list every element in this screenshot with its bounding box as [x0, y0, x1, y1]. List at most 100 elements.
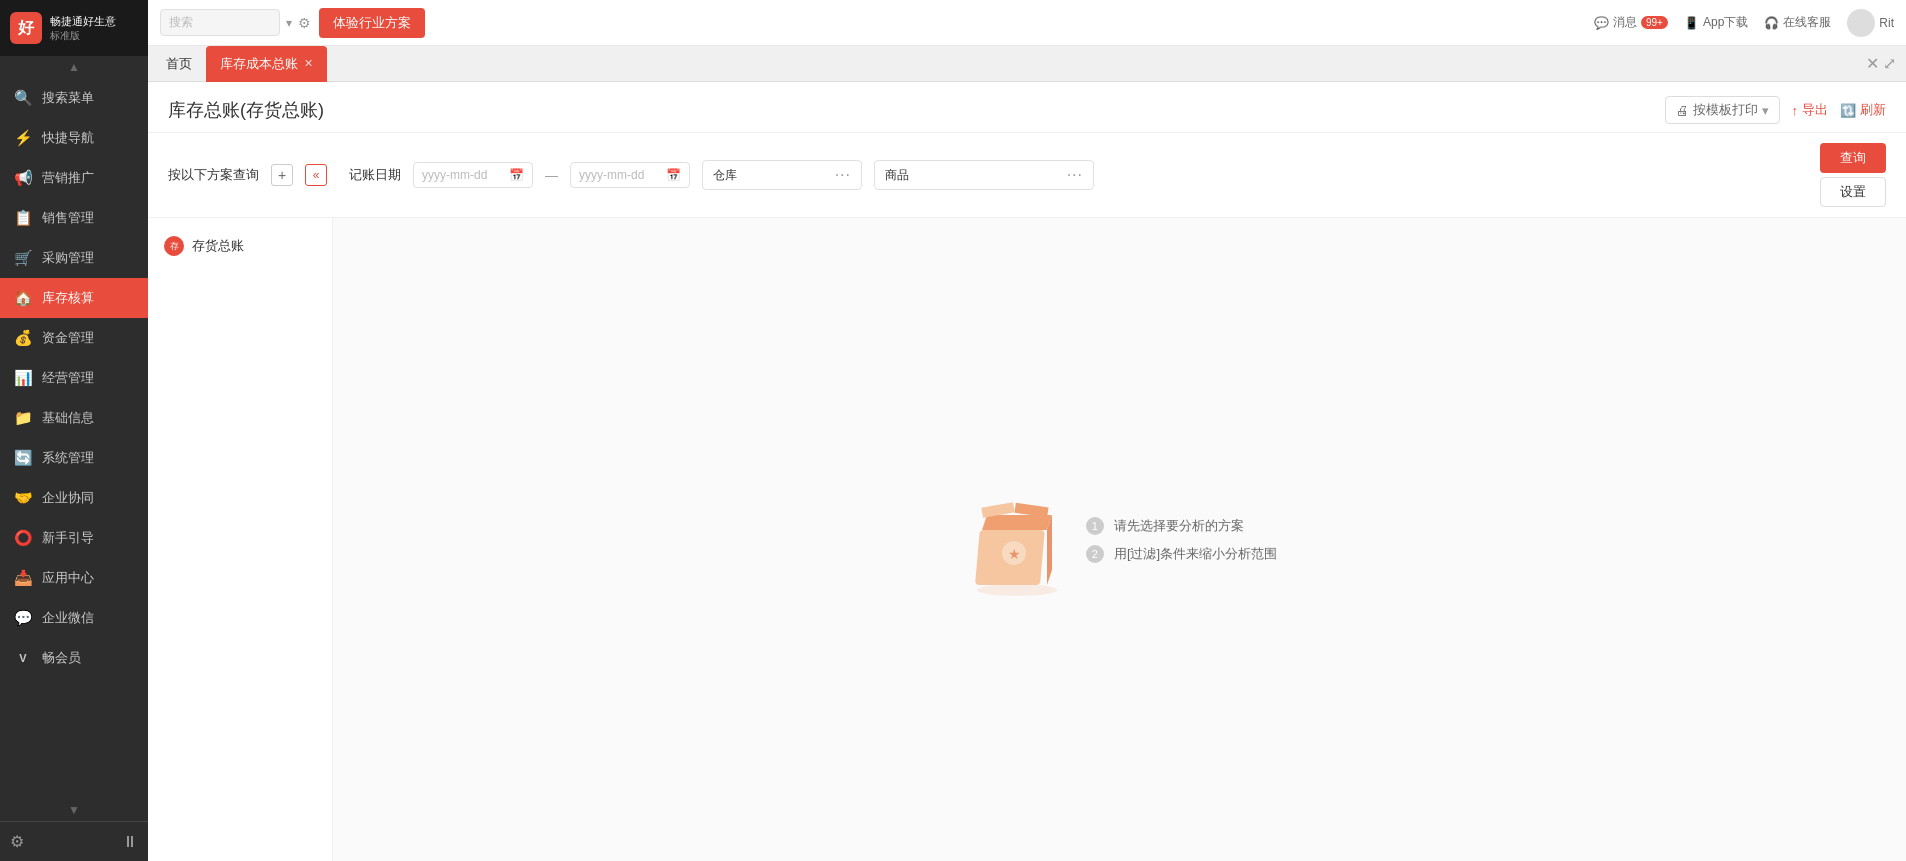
- consult-action[interactable]: 🎧 在线客服: [1764, 14, 1831, 31]
- search-icon: 🔍: [14, 89, 32, 107]
- empty-steps: 1 请先选择要分析的方案 2 用[过滤]条件来缩小分析范围: [1086, 517, 1277, 563]
- header-chevron-icon[interactable]: ▾: [286, 16, 292, 30]
- enterprise-icon: 🤝: [14, 489, 32, 507]
- filter-bar: 按以下方案查询 + « 记账日期 yyyy-mm-dd 📅 — yyyy-mm-…: [148, 133, 1906, 218]
- filter-label: 按以下方案查询: [168, 166, 259, 184]
- sidebar-item-operation[interactable]: 📊 经营管理: [0, 358, 148, 398]
- sidebar-item-enterprise[interactable]: 🤝 企业协同: [0, 478, 148, 518]
- print-chevron-icon: ▾: [1762, 103, 1769, 118]
- tab-bar: 首页 库存成本总账 ✕ ✕ ⤢: [148, 46, 1906, 82]
- empty-area: ★ 1 请先选择要分析的方案: [333, 218, 1906, 861]
- refresh-btn[interactable]: 🔃 刷新: [1840, 101, 1886, 119]
- app-download-action[interactable]: 📱 App下载: [1684, 14, 1748, 31]
- app-label: App下载: [1703, 14, 1748, 31]
- sidebar-item-guide[interactable]: ⭕ 新手引导: [0, 518, 148, 558]
- sidebar-item-wechat[interactable]: 💬 企业微信: [0, 598, 148, 638]
- calendar-start-icon[interactable]: 📅: [509, 168, 524, 182]
- page-content: 库存总账(存货总账) 🖨 按模板打印 ▾ ↑ 导出 🔃 刷新 按以下方案查询: [148, 82, 1906, 861]
- sidebar-item-label: 销售管理: [42, 209, 94, 227]
- apps-icon: 📥: [14, 569, 32, 587]
- logo-badge: 标准版: [50, 29, 116, 43]
- sidebar-item-label: 快捷导航: [42, 129, 94, 147]
- marketing-icon: 📢: [14, 169, 32, 187]
- date-end-input[interactable]: yyyy-mm-dd 📅: [570, 162, 690, 188]
- logo-text: 畅捷通好生意 标准版: [50, 14, 116, 43]
- step-text-1: 请先选择要分析的方案: [1114, 517, 1244, 535]
- sidebar-item-finance[interactable]: 💰 资金管理: [0, 318, 148, 358]
- sidebar-logo: 好 畅捷通好生意 标准版: [0, 0, 148, 56]
- empty-svg: ★: [962, 490, 1072, 600]
- warehouse-select[interactable]: 仓库 ···: [702, 160, 862, 190]
- goods-select[interactable]: 商品 ···: [874, 160, 1094, 190]
- tab-close-icon[interactable]: ✕: [304, 57, 313, 70]
- calendar-end-icon[interactable]: 📅: [666, 168, 681, 182]
- header-search-box[interactable]: 搜索: [160, 9, 280, 36]
- header-left: 搜索 ▾ ⚙ 体验行业方案: [160, 8, 425, 38]
- operation-icon: 📊: [14, 369, 32, 387]
- tab-home-label: 首页: [166, 55, 192, 73]
- panel-close-btn[interactable]: ✕: [1866, 54, 1879, 73]
- sidebar-item-inventory[interactable]: 🏠 库存核算: [0, 278, 148, 318]
- query-btn[interactable]: 查询: [1820, 143, 1886, 173]
- sidebar-item-apps[interactable]: 📥 应用中心: [0, 558, 148, 598]
- message-badge: 99+: [1641, 16, 1668, 29]
- user-profile[interactable]: Rit: [1847, 9, 1894, 37]
- filter-bar-buttons: 查询 设置: [1820, 143, 1886, 207]
- sales-icon: 📋: [14, 209, 32, 227]
- empty-content: ★ 1 请先选择要分析的方案: [962, 490, 1277, 590]
- filter-collapse-btn[interactable]: «: [305, 164, 327, 186]
- date-start-placeholder: yyyy-mm-dd: [422, 168, 487, 182]
- sidebar-item-search[interactable]: 🔍 搜索菜单: [0, 78, 148, 118]
- consult-label: 在线客服: [1783, 14, 1831, 31]
- content-area: 存 存货总账: [148, 218, 1906, 861]
- print-btn[interactable]: 🖨 按模板打印 ▾: [1665, 96, 1780, 124]
- scroll-up[interactable]: ▲: [0, 56, 148, 78]
- export-icon: ↑: [1792, 103, 1799, 118]
- sidebar-item-purchase[interactable]: 🛒 采购管理: [0, 238, 148, 278]
- sidebar-item-vip[interactable]: V 畅会员: [0, 638, 148, 678]
- goods-label: 商品: [885, 167, 909, 184]
- sidebar-item-sales[interactable]: 📋 销售管理: [0, 198, 148, 238]
- warehouse-more-icon[interactable]: ···: [835, 166, 851, 184]
- sidebar-item-shortcut[interactable]: ⚡ 快捷导航: [0, 118, 148, 158]
- system-icon: 🔄: [14, 449, 32, 467]
- filter-add-btn[interactable]: +: [271, 164, 293, 186]
- sidebar-item-label: 经营管理: [42, 369, 94, 387]
- tab-bar-right: ✕ ⤢: [1866, 54, 1906, 73]
- panel-expand-btn[interactable]: ⤢: [1883, 54, 1896, 73]
- step-text-2: 用[过滤]条件来缩小分析范围: [1114, 545, 1277, 563]
- sidebar-item-label: 企业协同: [42, 489, 94, 507]
- message-action[interactable]: 💬 消息 99+: [1594, 14, 1668, 31]
- sidebar-item-basic[interactable]: 📁 基础信息: [0, 398, 148, 438]
- scheme-item-inventory-ledger[interactable]: 存 存货总账: [148, 228, 332, 264]
- scheme-icon-text: 存: [170, 240, 179, 253]
- search-placeholder: 搜索: [169, 15, 193, 29]
- top-header: 搜索 ▾ ⚙ 体验行业方案 💬 消息 99+ 📱 App下载 🎧 在线客服: [148, 0, 1906, 46]
- scroll-down[interactable]: ▼: [0, 799, 148, 821]
- settings-icon[interactable]: ⚙: [10, 832, 24, 851]
- scheme-item-label: 存货总账: [192, 237, 244, 255]
- refresh-label: 刷新: [1860, 101, 1886, 119]
- collapse-icon[interactable]: ⏸: [122, 833, 138, 851]
- date-label: 记账日期: [349, 166, 401, 184]
- basic-icon: 📁: [14, 409, 32, 427]
- tab-home[interactable]: 首页: [152, 46, 206, 82]
- export-btn[interactable]: ↑ 导出: [1792, 101, 1829, 119]
- setting-btn[interactable]: 设置: [1820, 177, 1886, 207]
- sidebar-item-marketing[interactable]: 📢 营销推广: [0, 158, 148, 198]
- step-num-1: 1: [1086, 517, 1104, 535]
- header-gear-icon[interactable]: ⚙: [298, 15, 311, 31]
- scheme-item-icon: 存: [164, 236, 184, 256]
- sidebar-item-system[interactable]: 🔄 系统管理: [0, 438, 148, 478]
- goods-more-icon[interactable]: ···: [1067, 166, 1083, 184]
- step-num-2: 2: [1086, 545, 1104, 563]
- sidebar-item-label: 库存核算: [42, 289, 94, 307]
- page-title: 库存总账(存货总账): [168, 98, 324, 122]
- industry-btn[interactable]: 体验行业方案: [319, 8, 425, 38]
- guide-icon: ⭕: [14, 529, 32, 547]
- logo-name: 畅捷通好生意: [50, 14, 116, 29]
- tab-inventory-cost[interactable]: 库存成本总账 ✕: [206, 46, 327, 82]
- shortcut-icon: ⚡: [14, 129, 32, 147]
- scheme-panel: 存 存货总账: [148, 218, 333, 861]
- date-start-input[interactable]: yyyy-mm-dd 📅: [413, 162, 533, 188]
